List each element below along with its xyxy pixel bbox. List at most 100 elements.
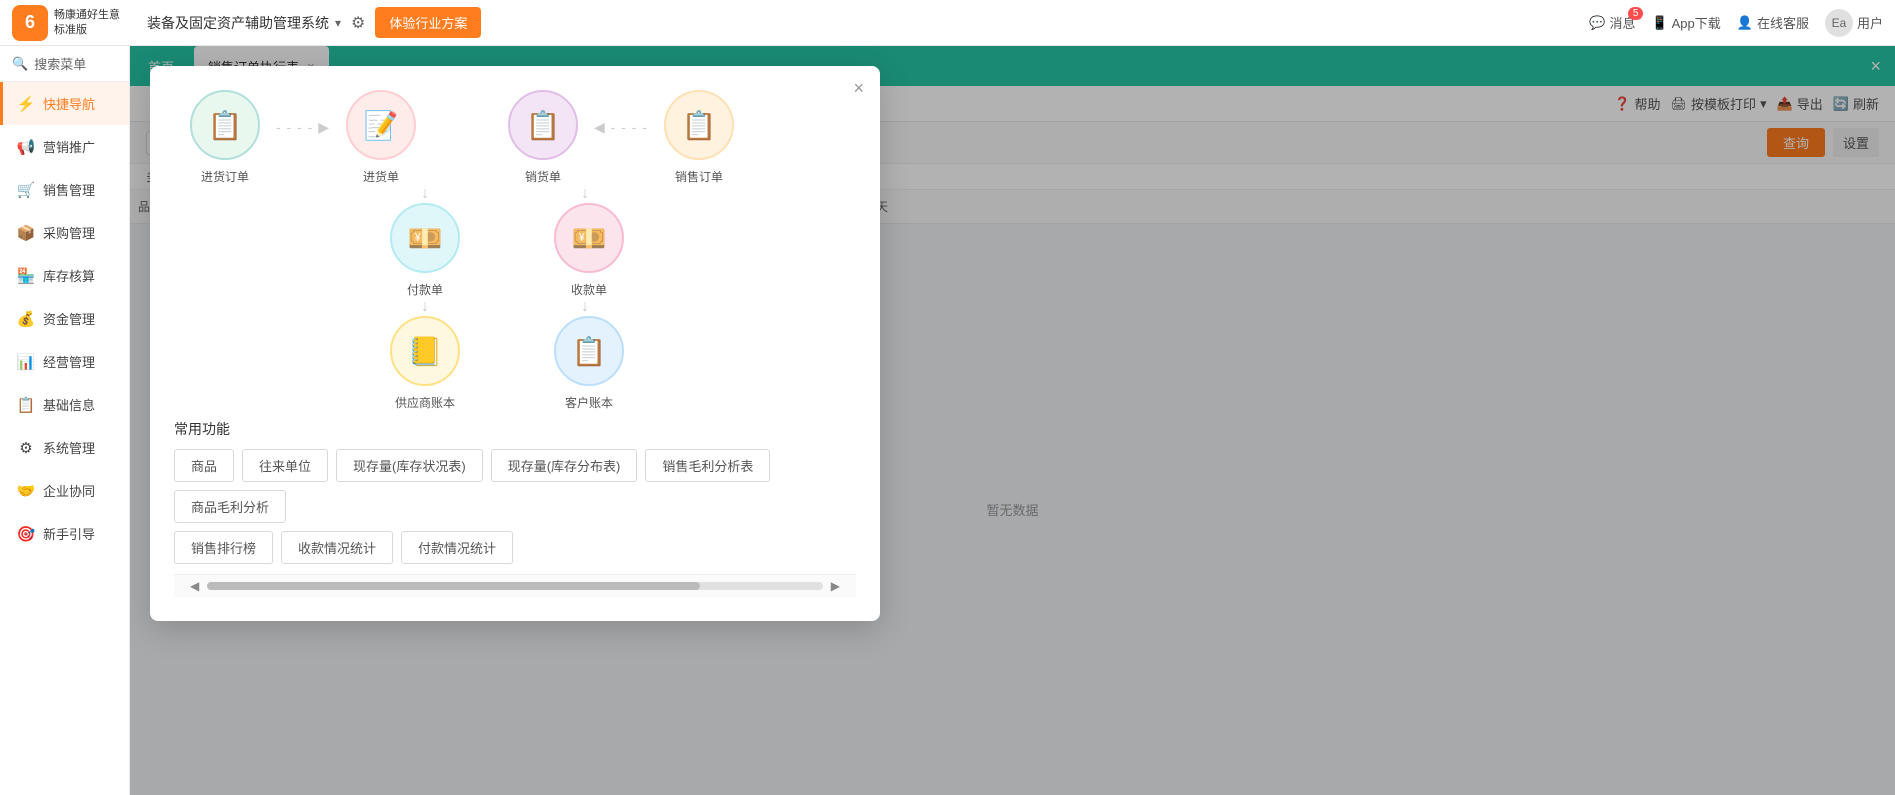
func-btn-收款情况统计[interactable]: 收款情况统计 xyxy=(281,531,393,564)
customer-ledger-label: 客户账本 xyxy=(565,394,613,411)
sidebar-item-inventory[interactable]: 🏪库存核算 xyxy=(0,254,129,297)
payment-icon: 💴 xyxy=(390,203,460,273)
func-btn-现存量(库存状况表)[interactable]: 现存量(库存状况表) xyxy=(336,449,483,482)
purchase-bill-icon: 📝 xyxy=(346,90,416,160)
sidebar-item-label: 新手引导 xyxy=(43,524,95,543)
flow-node-customer-ledger[interactable]: 📋 客户账本 xyxy=(554,316,624,411)
arrow-down-customer: ↓ xyxy=(534,298,636,316)
sidebar-item-enterprise[interactable]: 🤝 企业协同 xyxy=(0,469,129,512)
system-title: 装备及固定资产辅助管理系统 ▾ xyxy=(147,13,341,33)
supplier-ledger-icon: 📒 xyxy=(390,316,460,386)
flow-node-supplier-ledger[interactable]: 📒 供应商账本 xyxy=(390,316,460,411)
arrow-1: - - - - ▶ xyxy=(276,119,330,136)
user-menu[interactable]: Ea 用户 xyxy=(1825,9,1883,37)
sidebar-item-label: 快捷导航 xyxy=(43,94,95,113)
scroll-left-icon[interactable]: ◀ xyxy=(190,579,199,593)
quicknav-icon: ⚡ xyxy=(17,95,35,113)
scroll-bar: ◀ ▶ xyxy=(174,574,856,597)
trial-button[interactable]: 体验行业方案 xyxy=(375,7,481,38)
sidebar: 🔍 搜索菜单 ⚡ 快捷导航 📢 营销推广 🛒 销售管理 📦 采购管理 🏪库存核算💰资金管理 📊 经营… xyxy=(0,46,130,795)
func-btn-付款情况统计[interactable]: 付款情况统计 xyxy=(401,531,513,564)
message-icon: 💬 xyxy=(1589,15,1605,31)
func-btn-销售毛利分析表[interactable]: 销售毛利分析表 xyxy=(645,449,770,482)
sales-order-label: 销售订单 xyxy=(675,168,723,185)
download-icon: 📱 xyxy=(1651,15,1667,31)
sidebar-item-sales[interactable]: 🛒 销售管理 xyxy=(0,168,129,211)
flow-row-1: 📋 进货订单 - - - - ▶ 📝 进货单 xyxy=(174,90,856,185)
sidebar-item-guide[interactable]: 🎯新手引导 xyxy=(0,512,129,555)
flow-modal: × 📋 进货订单 - - - - ▶ xyxy=(150,66,880,621)
purchase-bill-label: 进货单 xyxy=(363,168,399,185)
basic-icon: 📋 xyxy=(17,396,35,414)
flow-node-payment[interactable]: 💴 付款单 xyxy=(390,203,460,298)
func-btn-商品毛利分析[interactable]: 商品毛利分析 xyxy=(174,490,286,523)
purchase-icon: 📦 xyxy=(17,224,35,242)
scroll-track[interactable] xyxy=(207,582,823,590)
func-btn-销售排行榜[interactable]: 销售排行榜 xyxy=(174,531,273,564)
marketing-icon: 📢 xyxy=(17,138,35,156)
scroll-right-icon[interactable]: ▶ xyxy=(831,579,840,593)
sidebar-item-label: 营销推广 xyxy=(43,137,95,156)
sidebar-item-label: 经营管理 xyxy=(43,352,95,371)
scroll-thumb xyxy=(207,582,699,590)
finance-icon: 💰 xyxy=(17,310,35,328)
sidebar-item-label: 销售管理 xyxy=(43,180,95,199)
sidebar-nav: ⚡ 快捷导航 📢 营销推广 🛒 销售管理 📦 采购管理 🏪库存核算💰资金管理 📊 经营管理 📋 基础信息… xyxy=(0,82,129,555)
flow-arrows-v: ↓ ↓ xyxy=(174,185,856,203)
payment-label: 付款单 xyxy=(407,281,443,298)
flow-node-sales-order[interactable]: 📋 销售订单 xyxy=(664,90,734,185)
inventory-icon: 🏪 xyxy=(17,267,35,285)
online-service-button[interactable]: 👤 在线客服 xyxy=(1737,13,1809,32)
func-row-2: 销售排行榜收款情况统计付款情况统计 xyxy=(174,531,856,564)
content-area: 首页 销售订单执行表 × × ❓ 帮助 🖨 按模板打印 ▾ xyxy=(130,46,1895,795)
func-btn-现存量(库存分布表)[interactable]: 现存量(库存分布表) xyxy=(491,449,638,482)
flow-arrows-v2: ↓ ↓ xyxy=(174,298,856,316)
sidebar-item-finance[interactable]: 💰资金管理 xyxy=(0,297,129,340)
func-btn-往来单位[interactable]: 往来单位 xyxy=(242,449,328,482)
sales-bill-icon: 📋 xyxy=(508,90,578,160)
receipt-icon: 💴 xyxy=(554,203,624,273)
flow-node-purchase-order[interactable]: 📋 进货订单 xyxy=(190,90,260,185)
customer-ledger-icon: 📋 xyxy=(554,316,624,386)
flow-chart: 📋 进货订单 - - - - ▶ 📝 进货单 xyxy=(174,90,856,411)
sidebar-item-system[interactable]: ⚙ 系统管理 xyxy=(0,426,129,469)
search-icon: 🔍 xyxy=(12,56,28,72)
sidebar-item-label: 采购管理 xyxy=(43,223,95,242)
search-menu-button[interactable]: 🔍 搜索菜单 xyxy=(0,46,129,82)
flow-node-sales-bill[interactable]: 📋 销货单 xyxy=(508,90,578,185)
sidebar-item-basic[interactable]: 📋 基础信息 xyxy=(0,383,129,426)
flow-node-receipt[interactable]: 💴 收款单 xyxy=(554,203,624,298)
modal-close-button[interactable]: × xyxy=(853,78,864,99)
sidebar-item-label: 企业协同 xyxy=(43,481,95,500)
common-functions: 常用功能 商品往来单位现存量(库存状况表)现存量(库存分布表)销售毛利分析表商品… xyxy=(174,419,856,564)
sidebar-item-purchase[interactable]: 📦 采购管理 xyxy=(0,211,129,254)
purchase-order-icon: 📋 xyxy=(190,90,260,160)
message-button[interactable]: 💬 消息 5 xyxy=(1589,13,1635,32)
sidebar-item-operations[interactable]: 📊 经营管理 xyxy=(0,340,129,383)
system-icon: ⚙ xyxy=(17,439,35,457)
arrow-down-supplier: ↓ xyxy=(374,298,476,316)
flow-row-3: 📒 供应商账本 📋 客户账本 xyxy=(174,316,856,411)
flow-row-2: 💴 付款单 💴 收款单 xyxy=(174,203,856,298)
modal-overlay: × 📋 进货订单 - - - - ▶ xyxy=(130,46,1895,795)
sidebar-item-label: 系统管理 xyxy=(43,438,95,457)
common-functions-title: 常用功能 xyxy=(174,419,856,439)
app-download-button[interactable]: 📱 App下载 xyxy=(1651,13,1720,32)
arrow-down-receipt: ↓ xyxy=(534,185,636,203)
purchase-order-label: 进货订单 xyxy=(201,168,249,185)
sidebar-item-quicknav[interactable]: ⚡ 快捷导航 xyxy=(0,82,129,125)
sales-order-icon: 📋 xyxy=(664,90,734,160)
operations-icon: 📊 xyxy=(17,353,35,371)
logo-text: 畅康通好生意 标准版 xyxy=(54,8,120,37)
enterprise-icon: 🤝 xyxy=(17,482,35,500)
flow-node-purchase-bill[interactable]: 📝 进货单 xyxy=(346,90,416,185)
supplier-ledger-label: 供应商账本 xyxy=(395,394,455,411)
sales-icon: 🛒 xyxy=(17,181,35,199)
sidebar-item-label: 基础信息 xyxy=(43,395,95,414)
top-right-area: 💬 消息 5 📱 App下载 👤 在线客服 Ea 用户 xyxy=(1589,9,1883,37)
sidebar-item-marketing[interactable]: 📢 营销推广 xyxy=(0,125,129,168)
arrow-2: ◀ - - - - xyxy=(594,119,648,136)
settings-icon[interactable]: ⚙ xyxy=(351,13,365,33)
func-btn-商品[interactable]: 商品 xyxy=(174,449,234,482)
system-dropdown-icon[interactable]: ▾ xyxy=(335,16,341,30)
